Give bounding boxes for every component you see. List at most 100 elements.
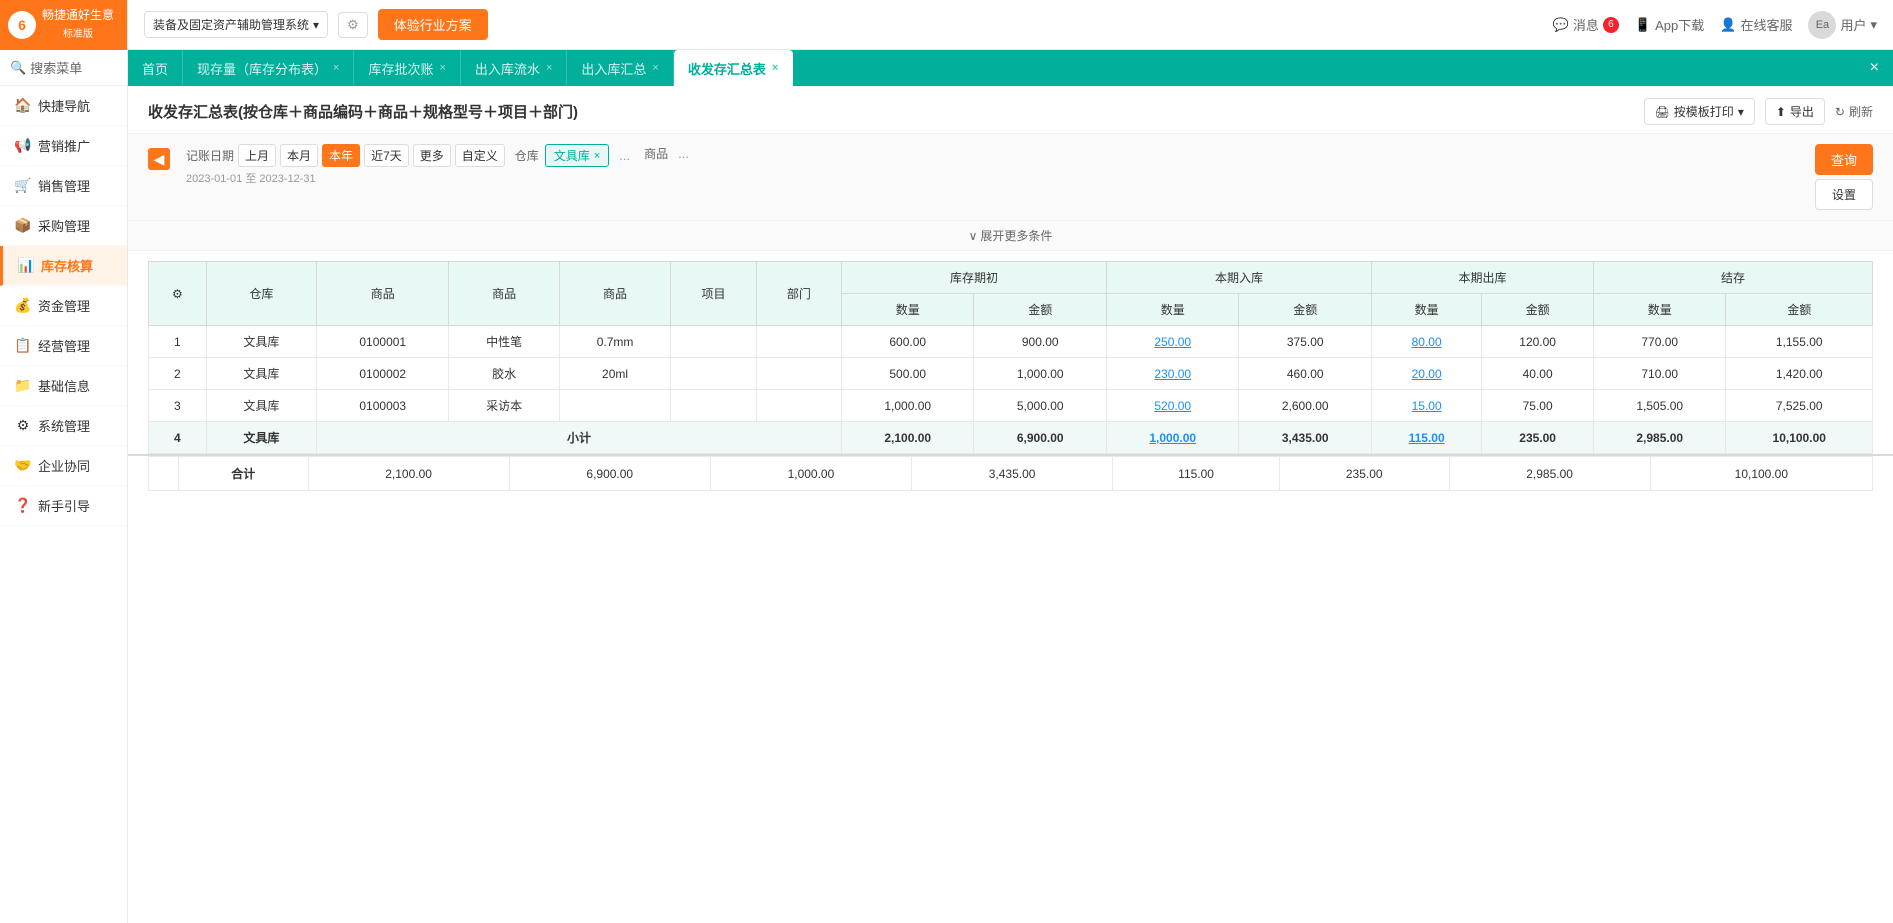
tab-batch[interactable]: 库存批次账 × [354, 50, 460, 86]
table-container: ⚙ 仓库 商品 商品 商品 项目 部门 库存期初 本期入库 本期出库 结存 [128, 251, 1893, 454]
export-label: 导出 [1790, 103, 1814, 120]
date-more-btn[interactable]: 更多 [413, 144, 451, 167]
sidebar-item-label: 库存核算 [41, 256, 93, 275]
cell-out-qty[interactable]: 15.00 [1371, 390, 1481, 422]
th-code: 商品 [316, 262, 449, 326]
sidebar-item-collab[interactable]: 🤝 企业协同 [0, 446, 127, 486]
cell-open-amt: 1,000.00 [974, 358, 1107, 390]
tab-close-icon[interactable]: × [333, 62, 339, 74]
tab-summary[interactable]: 出入库汇总 × [567, 50, 673, 86]
service-icon: 👤 [1720, 17, 1736, 33]
cell-warehouse: 文具库 [206, 390, 316, 422]
sidebar-item-guide[interactable]: ❓ 新手引导 [0, 486, 127, 526]
table-settings-icon: ⚙ [172, 287, 183, 301]
warehouse-more-btn[interactable]: ... [615, 146, 634, 165]
subtotal-label: 小计 [316, 422, 841, 454]
th-balance: 结存 [1593, 262, 1872, 294]
tab-close-icon[interactable]: × [652, 62, 658, 74]
cell-in-qty[interactable]: 230.00 [1106, 358, 1239, 390]
message-btn[interactable]: 💬 消息 6 [1553, 15, 1619, 34]
warehouse-tag[interactable]: 文具库 × [545, 144, 609, 167]
message-icon: 💬 [1553, 17, 1569, 33]
query-btn[interactable]: 查询 [1815, 144, 1873, 175]
print-btn[interactable]: 🖨 按模板打印 ▾ [1644, 98, 1755, 125]
search-label: 搜索菜单 [30, 58, 82, 77]
goods-filter-label: 商品 [644, 145, 668, 162]
sidebar-item-label: 系统管理 [38, 416, 90, 435]
date-last-month-btn[interactable]: 上月 [238, 144, 276, 167]
sidebar-item-label: 销售管理 [38, 176, 90, 195]
cell-out-qty[interactable]: 80.00 [1371, 326, 1481, 358]
sidebar-item-inventory[interactable]: 📊 库存核算 [0, 246, 127, 286]
export-btn[interactable]: ⬆ 导出 [1765, 98, 1825, 125]
cell-seq: 2 [149, 358, 207, 390]
page-content: 收发存汇总表(按仓库＋商品编码＋商品＋规格型号＋项目＋部门) 🖨 按模板打印 ▾… [128, 86, 1893, 923]
cell-open-amt: 900.00 [974, 326, 1107, 358]
date-7days-btn[interactable]: 近7天 [364, 144, 409, 167]
sidebar-item-sales[interactable]: 🛒 销售管理 [0, 166, 127, 206]
experience-btn[interactable]: 体验行业方案 [378, 9, 488, 40]
close-all-tabs-btn[interactable]: × [1856, 59, 1893, 77]
expand-label: 展开更多条件 [980, 227, 1052, 244]
marketing-icon: 📢 [14, 137, 32, 154]
user-menu[interactable]: Ea 用户 ▾ [1808, 11, 1877, 39]
expand-conditions-btn[interactable]: ∨ 展开更多条件 [969, 227, 1053, 244]
sidebar-item-basic[interactable]: 📁 基础信息 [0, 366, 127, 406]
tab-close-icon[interactable]: × [546, 62, 552, 74]
finance-icon: 💰 [14, 297, 32, 314]
operation-icon: 📋 [14, 337, 32, 354]
refresh-label: 刷新 [1849, 103, 1873, 120]
tab-home[interactable]: 首页 [128, 50, 183, 86]
cell-name: 胶水 [449, 358, 559, 390]
cell-in-qty[interactable]: 250.00 [1106, 326, 1239, 358]
search-icon: 🔍 [10, 60, 26, 76]
th-settings[interactable]: ⚙ [149, 262, 207, 326]
system-selector[interactable]: 装备及固定资产辅助管理系统 ▾ [144, 11, 328, 38]
cell-code: 0100003 [316, 390, 449, 422]
subtotal-in-qty[interactable]: 1,000.00 [1106, 422, 1239, 454]
cell-open-qty: 500.00 [841, 358, 974, 390]
sidebar-item-system[interactable]: ⚙ 系统管理 [0, 406, 127, 446]
goods-more-btn[interactable]: ... [674, 144, 693, 163]
refresh-btn[interactable]: ↻ 刷新 [1835, 103, 1873, 120]
main-content: 装备及固定资产辅助管理系统 ▾ ⚙ 体验行业方案 💬 消息 6 📱 App下载 … [128, 0, 1893, 923]
tab-current-stock[interactable]: 现存量（库存分布表） × [183, 50, 354, 86]
sidebar-item-marketing[interactable]: 📢 营销推广 [0, 126, 127, 166]
th-open-qty: 数量 [841, 294, 974, 326]
cell-in-qty[interactable]: 520.00 [1106, 390, 1239, 422]
refresh-icon: ↻ [1835, 105, 1845, 119]
avatar: Ea [1808, 11, 1836, 39]
sidebar-item-purchase[interactable]: 📦 采购管理 [0, 206, 127, 246]
tab-label: 库存批次账 [368, 59, 433, 78]
warehouse-tag-close[interactable]: × [594, 150, 600, 162]
total-out-qty: 115.00 [1113, 457, 1280, 491]
tab-flow[interactable]: 出入库流水 × [461, 50, 567, 86]
tab-close-icon[interactable]: × [439, 62, 445, 74]
cell-out-qty[interactable]: 20.00 [1371, 358, 1481, 390]
date-this-year-btn[interactable]: 本年 [322, 144, 360, 167]
subtotal-out-qty[interactable]: 115.00 [1371, 422, 1481, 454]
tab-close-icon[interactable]: × [772, 62, 778, 74]
warehouse-tag-value: 文具库 [554, 147, 590, 164]
subtotal-open-qty: 2,100.00 [841, 422, 974, 454]
topbar-left: 装备及固定资产辅助管理系统 ▾ ⚙ 体验行业方案 [144, 9, 488, 40]
export-icon: ⬆ [1776, 105, 1786, 119]
cell-name: 采访本 [449, 390, 559, 422]
cell-dept [756, 326, 841, 358]
sidebar-item-search[interactable]: 🔍 搜索菜单 [0, 50, 127, 86]
settings-icon-btn[interactable]: ⚙ [338, 12, 368, 38]
filter-settings-btn[interactable]: 设置 [1815, 179, 1873, 210]
online-service-btn[interactable]: 👤 在线客服 [1720, 15, 1792, 34]
sidebar-item-finance[interactable]: 💰 资金管理 [0, 286, 127, 326]
sidebar-item-quick-nav[interactable]: 🏠 快捷导航 [0, 86, 127, 126]
filter-toggle-btn[interactable]: ◀ [148, 148, 170, 170]
app-download-btn[interactable]: 📱 App下载 [1635, 15, 1704, 34]
cell-spec [559, 390, 671, 422]
cell-code: 0100001 [316, 326, 449, 358]
tab-receive-dispatch[interactable]: 收发存汇总表 × [674, 50, 793, 86]
date-custom-btn[interactable]: 自定义 [455, 144, 505, 167]
th-open-amt: 金额 [974, 294, 1107, 326]
goods-filter-group: 商品 ... [644, 144, 693, 163]
sidebar-item-operation[interactable]: 📋 经营管理 [0, 326, 127, 366]
date-this-month-btn[interactable]: 本月 [280, 144, 318, 167]
